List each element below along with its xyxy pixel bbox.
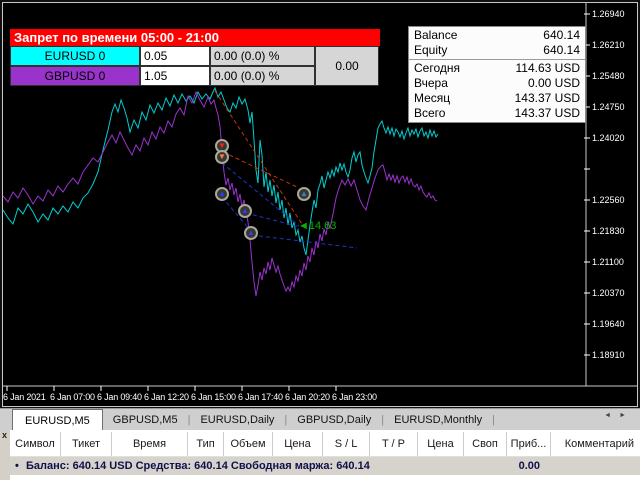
account-row-label: Месяц <box>414 91 451 105</box>
balance-profit-value: 0.00 <box>518 460 540 472</box>
price-axis-label: 1.20370 <box>592 288 625 298</box>
terminal-header-row: Символ Тикет Время Тип Объем Цена S / LT / P Це… <box>10 432 640 457</box>
account-row-label: Balance <box>414 28 458 42</box>
chart-tab-gbpusd-m5[interactable]: GBPUSD,M5 <box>103 409 188 431</box>
account-row-label: Сегодня <box>414 61 460 75</box>
terminal-column-header[interactable]: Цена <box>418 432 464 456</box>
time-axis-label: 6 Jan 2021 <box>3 392 46 402</box>
lot-value-gbpusd: 1.05 <box>140 66 210 86</box>
symbols-table: EURUSD 0 0.05 0.00 (0.0) % 0.00 GBPUSD 0… <box>10 46 379 86</box>
percent-cell-eurusd: 0.00 (0.0) % <box>210 46 315 66</box>
trade-close-label: ◄14.63 <box>298 221 336 232</box>
account-row-value: 143.37 USD <box>514 106 580 120</box>
chart-tab-eurusd-daily[interactable]: EURUSD,Daily <box>190 409 284 431</box>
buy-arrow-glyph: ▲ <box>247 228 255 237</box>
tab-scroll-left-icon[interactable]: ◄ <box>604 412 619 419</box>
terminal-close-button[interactable]: x <box>2 430 7 440</box>
symbol-cell-gbpusd: GBPUSD 0 <box>10 66 140 86</box>
balance-equity-group: Balance 640.14 Equity 640.14 <box>409 27 585 59</box>
terminal-column-header[interactable]: S / L <box>323 432 370 456</box>
account-panel-row: Вчера 0.00 USD <box>409 76 585 91</box>
terminal-side-strip: x <box>0 430 10 480</box>
price-axis-label: 1.24020 <box>592 133 625 143</box>
time-axis-label: 6 Jan 12:20 <box>144 392 189 402</box>
sell-arrow-glyph: ▼ <box>218 141 226 150</box>
price-axis-label: 1.26940 <box>592 9 625 19</box>
account-panel-row: Equity 640.14 <box>409 43 585 58</box>
terminal-column-header[interactable]: Комментарий <box>551 432 640 456</box>
percent-cell-gbpusd: 0.00 (0.0) % <box>210 66 315 86</box>
close-arrow-icon: ◄ <box>298 220 309 232</box>
time-axis-label: 6 Jan 07:00 <box>50 392 95 402</box>
terminal-column-header[interactable]: T / P <box>370 432 418 456</box>
sell-arrow-glyph: ▼ <box>218 152 226 161</box>
terminal-column-header[interactable]: Своп <box>464 432 507 456</box>
terminal-column-header[interactable]: Символ <box>10 432 61 456</box>
profit-periods-group: Сегодня 114.63 USD Вчера 0.00 USD Месяц 143.3… <box>409 59 585 122</box>
time-axis-label: 6 Jan 20:20 <box>285 392 330 402</box>
buy-arrow-glyph: ▲ <box>218 189 226 198</box>
chart-tab-eurusd-m5[interactable]: EURUSD,M5 <box>12 409 103 431</box>
account-row-label: Вчера <box>414 76 448 90</box>
price-axis-label: 1.19640 <box>592 319 625 329</box>
chart-tab-bar: EURUSD,M5 GBPUSD,M5 | EURUSD,Daily | GBPUSD,D… <box>0 408 640 431</box>
time-axis-label: 6 Jan 23:00 <box>332 392 377 402</box>
chart-tab-gbpusd-daily[interactable]: GBPUSD,Daily <box>287 409 381 431</box>
account-panel-row: Месяц 143.37 USD <box>409 91 585 106</box>
symbol-cell-eurusd: EURUSD 0 <box>10 46 140 66</box>
price-axis-label: 1.21100 <box>592 257 624 267</box>
account-panel-row: Всего 143.37 USD <box>409 106 585 121</box>
account-row-value: 143.37 USD <box>514 91 580 105</box>
terminal-column-header[interactable]: Объем <box>224 432 273 456</box>
terminal-balance-row[interactable]: • Баланс: 640.14 USD Средства: 640.14 Св… <box>10 457 640 475</box>
price-axis-label: 1.22560 <box>592 195 625 205</box>
total-cell: 0.00 <box>315 46 379 86</box>
terminal-panel: x Символ Тикет Время Тип Объем Цена S / LT / P… <box>0 430 640 480</box>
terminal-column-header[interactable]: Тип <box>188 432 224 456</box>
account-row-value: 640.14 <box>543 28 580 42</box>
buy-marker-icon[interactable]: ▲ <box>244 226 258 240</box>
account-row-value: 640.14 <box>543 43 580 57</box>
account-info-panel: Balance 640.14 Equity 640.14 Сегодня 114.63 … <box>408 26 586 123</box>
price-axis-label: 1.25480 <box>592 71 625 81</box>
account-panel-row: Сегодня 114.63 USD <box>409 61 585 76</box>
time-axis-label: 6 Jan 15:00 <box>191 392 236 402</box>
terminal-column-header[interactable]: Цена <box>273 432 323 456</box>
account-row-label: Equity <box>414 43 448 57</box>
price-axis-label: 1.26210 <box>592 40 625 50</box>
price-axis-label: 1.18910 <box>592 350 625 360</box>
price-axis-label: 1.21830 <box>592 226 625 236</box>
buy-marker-icon[interactable]: ▲ <box>215 187 229 201</box>
buy-arrow-glyph: ▲ <box>241 206 249 215</box>
time-restriction-banner: Запрет по времени 05:00 - 21:00 <box>10 29 380 46</box>
buy-marker-icon[interactable]: ▲ <box>238 204 252 218</box>
account-row-value: 0.00 USD <box>527 76 580 90</box>
price-axis-label: 1.24750 <box>592 102 625 112</box>
buy-marker-icon[interactable]: ▲ <box>297 187 311 201</box>
mt4-window: 1.26940 1.26210 1.25480 1.24750 1.24020 1.225… <box>0 0 640 480</box>
account-row-value: 114.63 USD <box>515 61 580 75</box>
time-axis-label: 6 Jan 17:40 <box>238 392 283 402</box>
terminal-column-header[interactable]: Приб... <box>507 432 551 456</box>
balance-bullet-icon: • <box>15 460 19 472</box>
tab-scroll-right-icon[interactable]: ► <box>619 412 634 419</box>
tab-scroll-buttons[interactable]: ◄► <box>604 412 634 419</box>
terminal-column-header[interactable]: Тикет <box>61 432 112 456</box>
terminal-column-header[interactable]: Время <box>112 432 188 456</box>
close-profit-value: 14.63 <box>308 220 337 232</box>
lot-value-eurusd: 0.05 <box>140 46 210 66</box>
tab-separator: | <box>492 414 495 426</box>
account-row-label: Всего <box>414 106 446 120</box>
sell-marker-icon[interactable]: ▼ <box>215 150 229 164</box>
balance-summary-text: Баланс: 640.14 USD Средства: 640.14 Своб… <box>26 460 370 472</box>
account-panel-row: Balance 640.14 <box>409 28 585 43</box>
chart-tab-eurusd-monthly[interactable]: EURUSD,Monthly <box>384 409 492 431</box>
time-axis-label: 6 Jan 09:40 <box>97 392 142 402</box>
buy-arrow-glyph: ▲ <box>300 189 308 198</box>
